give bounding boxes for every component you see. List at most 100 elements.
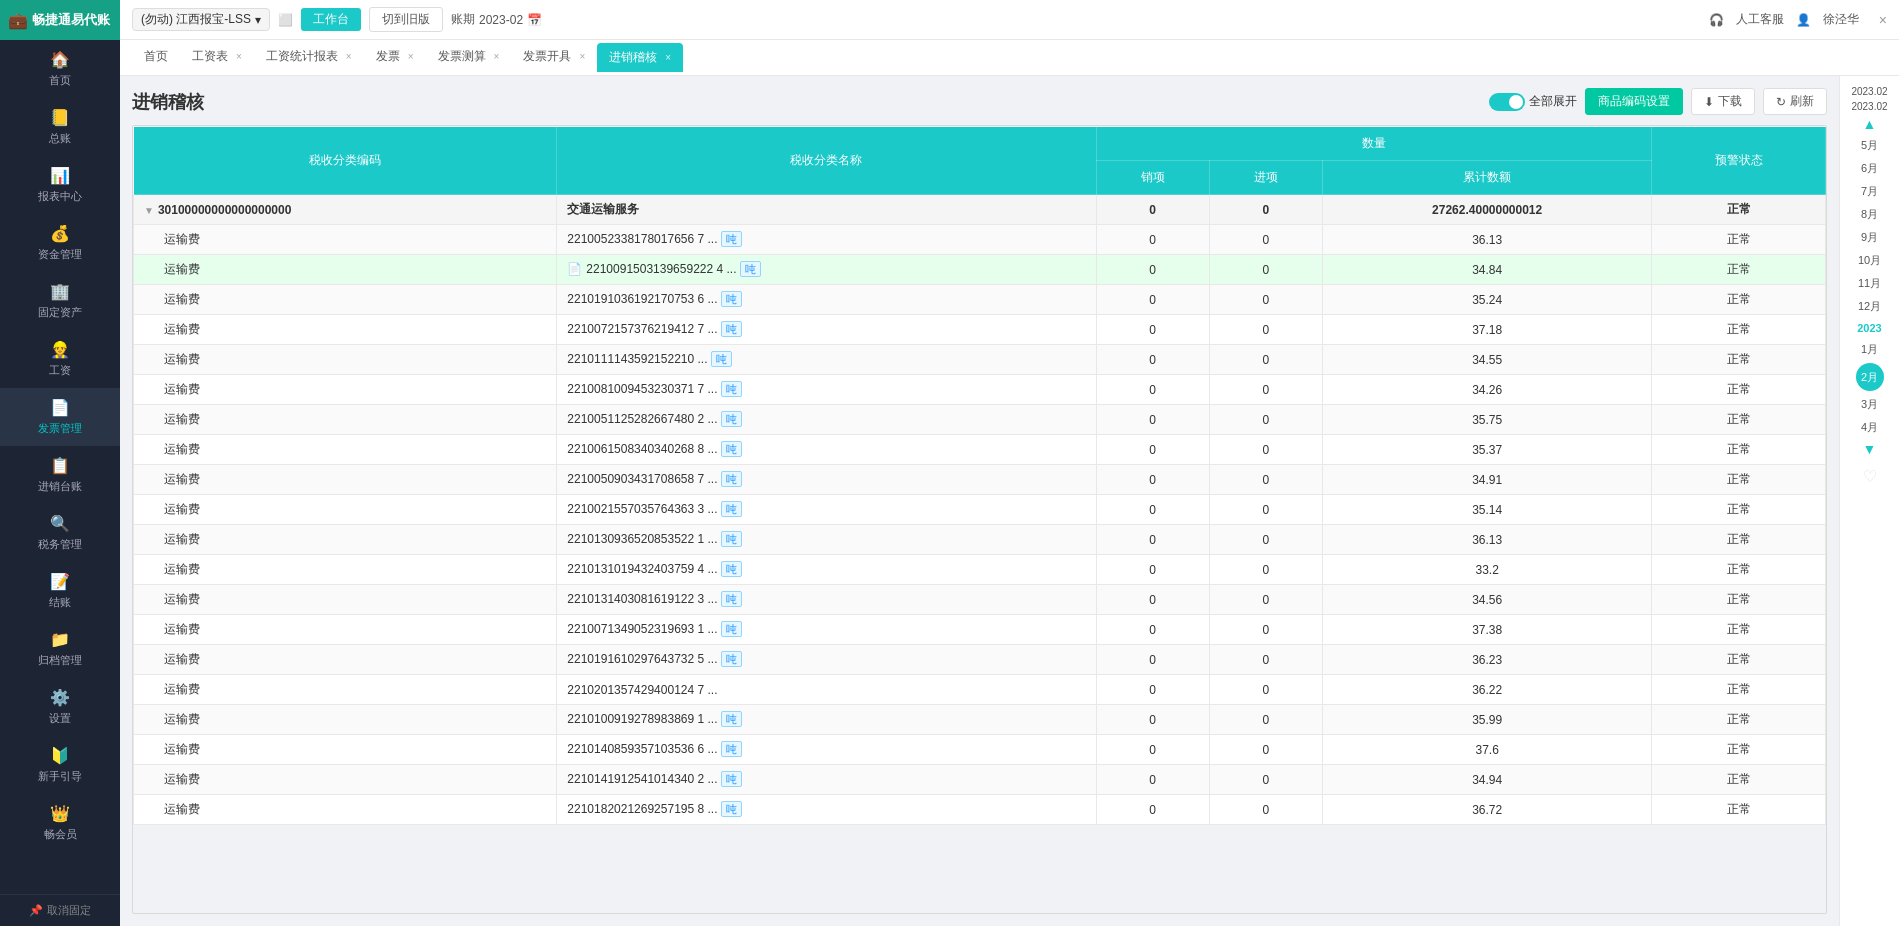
unit-tag: 吨 — [721, 651, 742, 667]
rp-up-arrow[interactable]: ▲ — [1861, 114, 1879, 134]
rp-down-arrow[interactable]: ▼ — [1861, 439, 1879, 459]
sidebar-item-总账[interactable]: 📒总账 — [0, 98, 120, 156]
tab-close-4[interactable]: × — [494, 51, 500, 62]
sidebar-icon-5: 👷 — [50, 340, 70, 359]
rp-month-12月[interactable]: 12月 — [1846, 295, 1894, 318]
cell-purchase: 0 — [1209, 255, 1322, 285]
rp-month-2月[interactable]: 2月 — [1856, 363, 1884, 391]
support-icon: 🎧 — [1709, 13, 1724, 27]
user-name[interactable]: 徐泾华 — [1823, 11, 1859, 28]
sidebar-icon-13: 👑 — [50, 804, 70, 823]
refresh-button[interactable]: ↻ 刷新 — [1763, 88, 1827, 115]
sidebar-icon-8: 🔍 — [50, 514, 70, 533]
sidebar-item-首页[interactable]: 🏠首页 — [0, 40, 120, 98]
work-desk-button[interactable]: 工作台 — [301, 8, 361, 31]
rp-month-9月[interactable]: 9月 — [1846, 226, 1894, 249]
refresh-icon: ↻ — [1776, 95, 1786, 109]
tab-工资统计报表[interactable]: 工资统计报表× — [254, 40, 364, 75]
sidebar-item-畅会员[interactable]: 👑畅会员 — [0, 794, 120, 852]
cell-purchase: 0 — [1209, 585, 1322, 615]
cell-purchase: 0 — [1209, 705, 1322, 735]
sidebar-item-税务管理[interactable]: 🔍税务管理 — [0, 504, 120, 562]
tab-发票测算[interactable]: 发票测算× — [426, 40, 512, 75]
cell-status: 正常 — [1652, 645, 1826, 675]
topbar-close-icon[interactable]: × — [1879, 12, 1887, 28]
cell-invoice: 2210182021269257195 8 ... 吨 — [557, 795, 1096, 825]
rp-month-7月[interactable]: 7月 — [1846, 180, 1894, 203]
cell-invoice: 2210050903431708658 7 ... 吨 — [557, 465, 1096, 495]
tab-close-6[interactable]: × — [665, 52, 671, 63]
sidebar-item-固定资产[interactable]: 🏢固定资产 — [0, 272, 120, 330]
cell-name: 运输费 — [134, 225, 557, 255]
sidebar-unpin-button[interactable]: 📌 取消固定 — [0, 894, 120, 926]
cell-invoice: 2210051125282667480 2 ... 吨 — [557, 405, 1096, 435]
calendar-icon[interactable]: 📅 — [527, 13, 542, 27]
unit-tag: 吨 — [740, 261, 761, 277]
sidebar-item-报表中心[interactable]: 📊报表中心 — [0, 156, 120, 214]
table-row: 运输费 2210191036192170753 6 ... 吨 0 0 35.2… — [134, 285, 1826, 315]
cell-name: 运输费 — [134, 345, 557, 375]
cell-name: 运输费 — [134, 525, 557, 555]
cell-sales: 0 — [1096, 525, 1209, 555]
cell-cumulative: 36.23 — [1322, 645, 1652, 675]
rp-month-6月[interactable]: 6月 — [1846, 157, 1894, 180]
tab-发票[interactable]: 发票× — [364, 40, 426, 75]
tab-工资表[interactable]: 工资表× — [180, 40, 254, 75]
tab-close-2[interactable]: × — [346, 51, 352, 62]
th-sales: 销项 — [1096, 161, 1209, 195]
page-header: 进销稽核 全部展开 商品编码设置 ⬇ 下载 ↻ 刷新 — [132, 88, 1827, 115]
sidebar-item-结账[interactable]: 📝结账 — [0, 562, 120, 620]
unit-tag: 吨 — [721, 561, 742, 577]
content-main: 进销稽核 全部展开 商品编码设置 ⬇ 下载 ↻ 刷新 — [120, 76, 1839, 926]
rp-month-11月[interactable]: 11月 — [1846, 272, 1894, 295]
sidebar-icon-11: ⚙️ — [50, 688, 70, 707]
copy-icon[interactable]: ⬜ — [278, 13, 293, 27]
switch-old-button[interactable]: 切到旧版 — [369, 7, 443, 32]
sidebar-item-设置[interactable]: ⚙️设置 — [0, 678, 120, 736]
download-button[interactable]: ⬇ 下载 — [1691, 88, 1755, 115]
cell-sales: 0 — [1096, 285, 1209, 315]
rp-month-1月[interactable]: 1月 — [1846, 338, 1894, 361]
rp-month-3月[interactable]: 3月 — [1846, 393, 1894, 416]
th-name: 税收分类名称 — [557, 127, 1096, 195]
tab-首页[interactable]: 首页 — [132, 40, 180, 75]
topbar: (勿动) 江西报宝-LSS ▾ ⬜ 工作台 切到旧版 账期 2023-02 📅 … — [120, 0, 1899, 40]
tab-发票开具[interactable]: 发票开具 × — [511, 40, 597, 75]
company-selector[interactable]: (勿动) 江西报宝-LSS ▾ — [132, 8, 270, 31]
sidebar-icon-1: 📒 — [50, 108, 70, 127]
sidebar-item-进销台账[interactable]: 📋进销台账 — [0, 446, 120, 504]
cell-name: 运输费 — [134, 405, 557, 435]
tab-label-5: 发票开具 — [523, 48, 571, 65]
cell-name: 运输费 — [134, 765, 557, 795]
cell-sales: 0 — [1096, 795, 1209, 825]
support-label[interactable]: 人工客服 — [1736, 11, 1784, 28]
logo-icon: 💼 — [8, 11, 28, 30]
rp-month-4月[interactable]: 4月 — [1846, 416, 1894, 439]
unit-tag: 吨 — [721, 321, 742, 337]
sidebar-item-工资[interactable]: 👷工资 — [0, 330, 120, 388]
tab-进销稽核[interactable]: 进销稽核× — [597, 43, 683, 72]
cell-code: ▼30100000000000000000 — [134, 195, 557, 225]
th-status: 预警状态 — [1652, 127, 1826, 195]
tab-close-3[interactable]: × — [408, 51, 414, 62]
rp-month-10月[interactable]: 10月 — [1846, 249, 1894, 272]
unit-tag: 吨 — [721, 531, 742, 547]
sidebar-item-新手引导[interactable]: 🔰新手引导 — [0, 736, 120, 794]
sidebar-item-发票管理[interactable]: 📄发票管理 — [0, 388, 120, 446]
cell-name: 交通运输服务 — [557, 195, 1096, 225]
rp-month-2023[interactable]: 2023 — [1846, 318, 1894, 338]
cell-cumulative: 35.24 — [1322, 285, 1652, 315]
tab-close-5[interactable]: × — [579, 51, 585, 62]
sidebar-icon-9: 📝 — [50, 572, 70, 591]
expand-toggle[interactable] — [1489, 93, 1525, 111]
collapse-icon[interactable]: ▼ — [144, 205, 154, 216]
tab-close-1[interactable]: × — [236, 51, 242, 62]
settings-button[interactable]: 商品编码设置 — [1585, 88, 1683, 115]
unit-tag: 吨 — [711, 351, 732, 367]
rp-month-5月[interactable]: 5月 — [1846, 134, 1894, 157]
cell-status: 正常 — [1652, 285, 1826, 315]
sidebar-item-资金管理[interactable]: 💰资金管理 — [0, 214, 120, 272]
cell-invoice: 2210100919278983869 1 ... 吨 — [557, 705, 1096, 735]
rp-month-8月[interactable]: 8月 — [1846, 203, 1894, 226]
sidebar-item-归档管理[interactable]: 📁归档管理 — [0, 620, 120, 678]
